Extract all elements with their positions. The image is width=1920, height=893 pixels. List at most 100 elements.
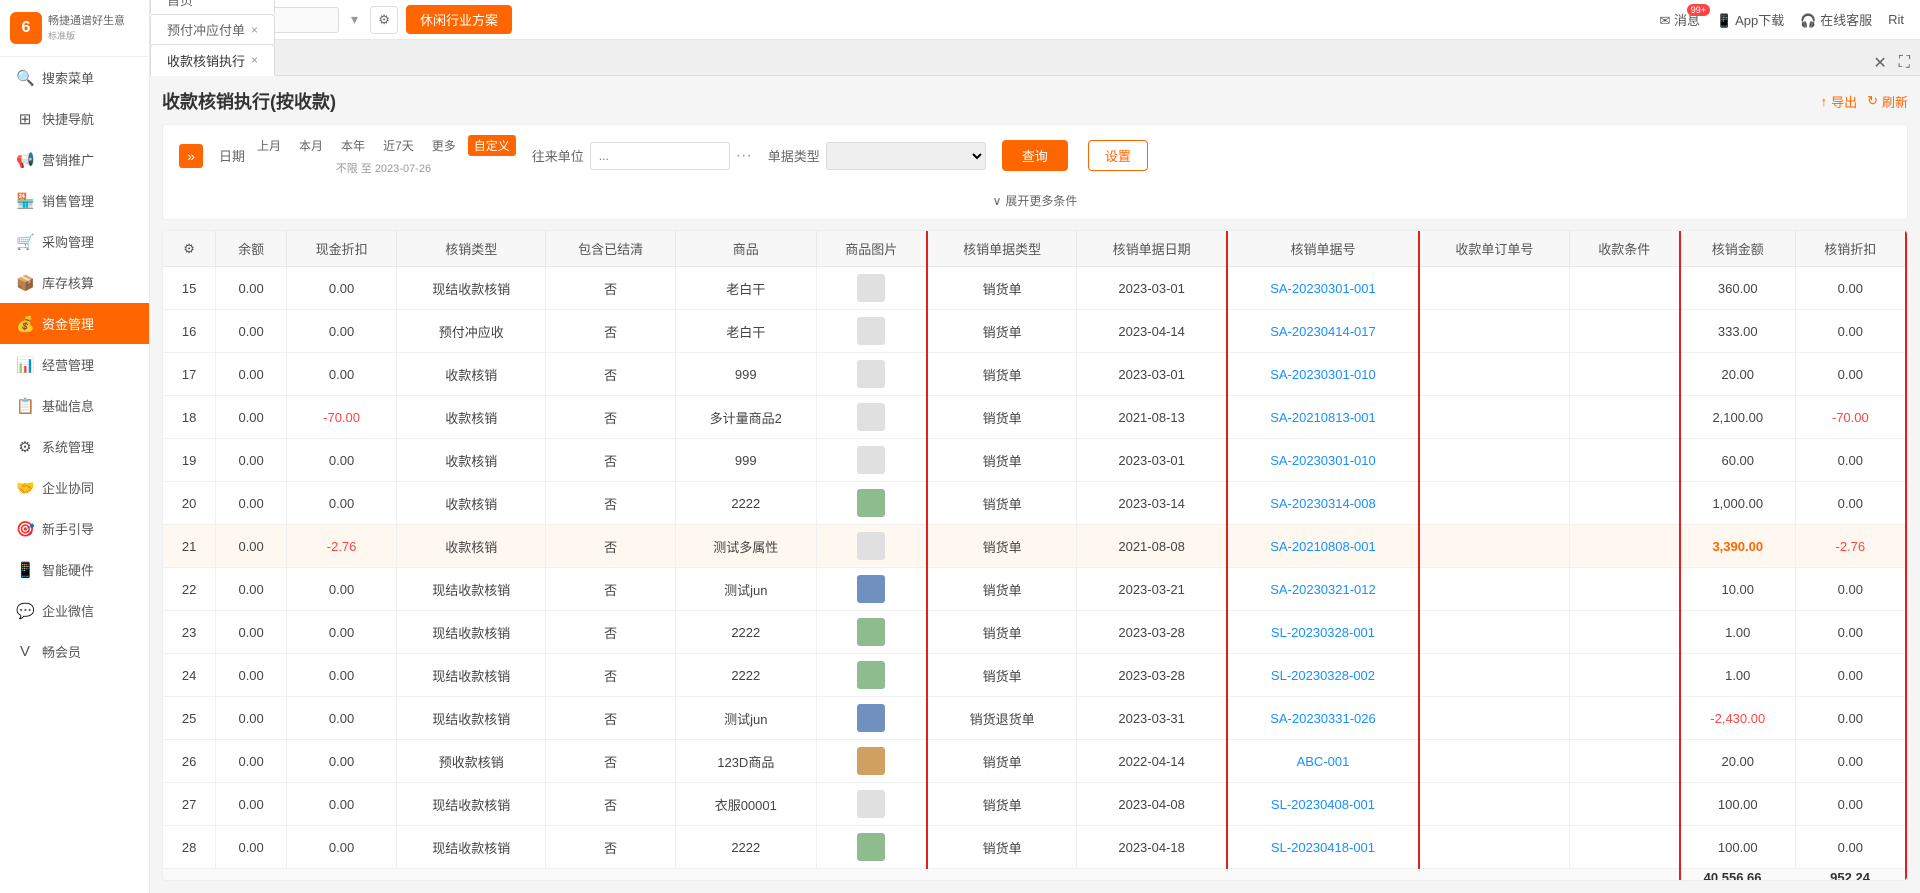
link-doc_no[interactable]: SA-20230321-012 [1270,582,1376,597]
refresh-button[interactable]: ↻ 刷新 [1867,92,1908,111]
doctype-select[interactable] [826,142,986,170]
user-name[interactable]: Rit [1888,12,1904,27]
sidebar-item-purchase[interactable]: 🛒采购管理 [0,221,149,262]
td-balance: 0.00 [216,654,287,697]
expand-more-conditions[interactable]: ∨ 展开更多条件 [993,192,1078,209]
message-button[interactable]: ✉ 消息 99+ [1660,10,1701,29]
sidebar-item-wechat[interactable]: 💬企业微信 [0,590,149,631]
data-table: ⚙余额现金折扣核销类型包含已结清商品商品图片核销单据类型核销单据日期核销单据号收… [163,231,1907,881]
table-row: 260.000.00预收款核销否123D商品销货单2022-04-14ABC-0… [163,740,1906,783]
td-receipt_cond [1569,396,1680,439]
th-doc_no: 核销单据号 [1227,231,1419,267]
settings-icon[interactable]: ⚙ [370,6,398,34]
sidebar-item-system[interactable]: ⚙系统管理 [0,426,149,467]
link-doc_no[interactable]: SL-20230408-001 [1271,797,1375,812]
link-doc_no[interactable]: SA-20230314-008 [1270,496,1376,511]
date-custom[interactable]: 自定义 [468,135,516,156]
date-last-month[interactable]: 上月 [251,135,287,156]
sidebar-item-basic[interactable]: 📋基础信息 [0,385,149,426]
link-doc_no[interactable]: SL-20230418-001 [1271,840,1375,855]
td-discount: 0.00 [287,783,397,826]
th-receipt_cond: 收款条件 [1569,231,1680,267]
partner-more-icon[interactable]: ··· [736,147,752,165]
td-doc_no[interactable]: SA-20210813-001 [1227,396,1419,439]
td-doc_no[interactable]: SL-20230328-001 [1227,611,1419,654]
tab-close-1[interactable]: × [251,23,258,37]
th-included: 包含已结清 [546,231,676,267]
sidebar-item-finance[interactable]: 💰资金管理 [0,303,149,344]
td-product_img [816,697,927,740]
product-image [857,747,885,775]
td-doc_no[interactable]: SA-20230314-008 [1227,482,1419,525]
td-doc_no[interactable]: SA-20230301-010 [1227,439,1419,482]
tab-label: 首页 [167,0,193,9]
link-doc_no[interactable]: SA-20230301-010 [1270,367,1376,382]
td-verify_type: 收款核销 [397,353,546,396]
date-more[interactable]: 更多 [426,135,462,156]
sidebar-item-operation[interactable]: 📊经营管理 [0,344,149,385]
date-this-year[interactable]: 本年 [335,135,371,156]
expand-tab-button[interactable]: ⛶ [1897,52,1912,74]
th-doc_date: 核销单据日期 [1077,231,1227,267]
online-service-link[interactable]: 🎧 在线客服 [1800,10,1872,29]
link-doc_no[interactable]: SA-20210813-001 [1270,410,1376,425]
td-doc_no[interactable]: SA-20230414-017 [1227,310,1419,353]
td-row_no: 27 [163,783,216,826]
link-doc_no[interactable]: SA-20230414-017 [1270,324,1376,339]
link-doc_no[interactable]: SL-20230328-001 [1271,625,1375,640]
industry-solution-button[interactable]: 休闲行业方案 [406,5,512,34]
sidebar-item-quick-nav[interactable]: ⊞快捷导航 [0,98,149,139]
dropdown-icon[interactable]: ▾ [347,11,362,28]
sidebar-item-corp[interactable]: 🤝企业协同 [0,467,149,508]
sidebar-item-member[interactable]: V畅会员 [0,631,149,672]
link-doc_no[interactable]: SL-20230328-002 [1271,668,1375,683]
td-product: 2222 [676,654,817,697]
table-row: 160.000.00预付冲应收否老白干销货单2023-04-14SA-20230… [163,310,1906,353]
tab-首页[interactable]: 首页 [150,0,275,14]
th-discount: 现金折扣 [287,231,397,267]
sidebar-icon-system: ⚙ [16,438,34,456]
link-doc_no[interactable]: SA-20230301-001 [1270,281,1376,296]
sidebar-item-inventory[interactable]: 📦库存核算 [0,262,149,303]
td-doc_no[interactable]: SL-20230418-001 [1227,826,1419,869]
td-verify_type: 现结收款核销 [397,654,546,697]
sidebar-item-sales[interactable]: 🏪销售管理 [0,180,149,221]
close-tab-button[interactable]: ✕ [1871,51,1888,75]
app-download-link[interactable]: 📱 App下载 [1716,10,1784,29]
td-row_no: 22 [163,568,216,611]
td-doc_no[interactable]: SL-20230328-002 [1227,654,1419,697]
export-button[interactable]: ↑ 导出 [1821,92,1858,111]
filter-expand-toggle[interactable]: » [179,144,203,168]
sidebar-item-smart[interactable]: 📱智能硬件 [0,549,149,590]
phone-icon: 📱 [1716,13,1732,28]
sidebar-item-search[interactable]: 🔍搜索菜单 [0,57,149,98]
link-doc_no[interactable]: SA-20230331-026 [1270,711,1376,726]
td-doc_type: 销货单 [927,611,1077,654]
link-doc_no[interactable]: SA-20230301-010 [1270,453,1376,468]
tab-收款核销执行[interactable]: 收款核销执行× [150,44,275,76]
date-this-month[interactable]: 本月 [293,135,329,156]
td-doc_no[interactable]: SA-20230321-012 [1227,568,1419,611]
td-receipt_cond [1569,439,1680,482]
partner-input[interactable] [590,142,730,170]
td-doc_no[interactable]: ABC-001 [1227,740,1419,783]
td-doc_no[interactable]: SA-20230301-001 [1227,267,1419,310]
td-doc_no[interactable]: SA-20230301-010 [1227,353,1419,396]
date-7days[interactable]: 近7天 [377,135,420,156]
th-receipt_order: 收款单订单号 [1419,231,1569,267]
link-doc_no[interactable]: ABC-001 [1297,754,1350,769]
td-product_img [816,482,927,525]
tab-预付冲应付单[interactable]: 预付冲应付单× [150,14,275,44]
tab-close-2[interactable]: × [251,53,258,67]
td-balance: 0.00 [216,740,287,783]
product-image [857,618,885,646]
sidebar-item-marketing[interactable]: 📢营销推广 [0,139,149,180]
td-doc_no[interactable]: SA-20230331-026 [1227,697,1419,740]
td-doc_no[interactable]: SA-20210808-001 [1227,525,1419,568]
td-product_img [816,783,927,826]
query-button[interactable]: 查询 [1002,140,1068,171]
link-doc_no[interactable]: SA-20210808-001 [1270,539,1376,554]
filter-setting-button[interactable]: 设置 [1088,140,1148,171]
td-doc_no[interactable]: SL-20230408-001 [1227,783,1419,826]
sidebar-item-guide[interactable]: 🎯新手引导 [0,508,149,549]
